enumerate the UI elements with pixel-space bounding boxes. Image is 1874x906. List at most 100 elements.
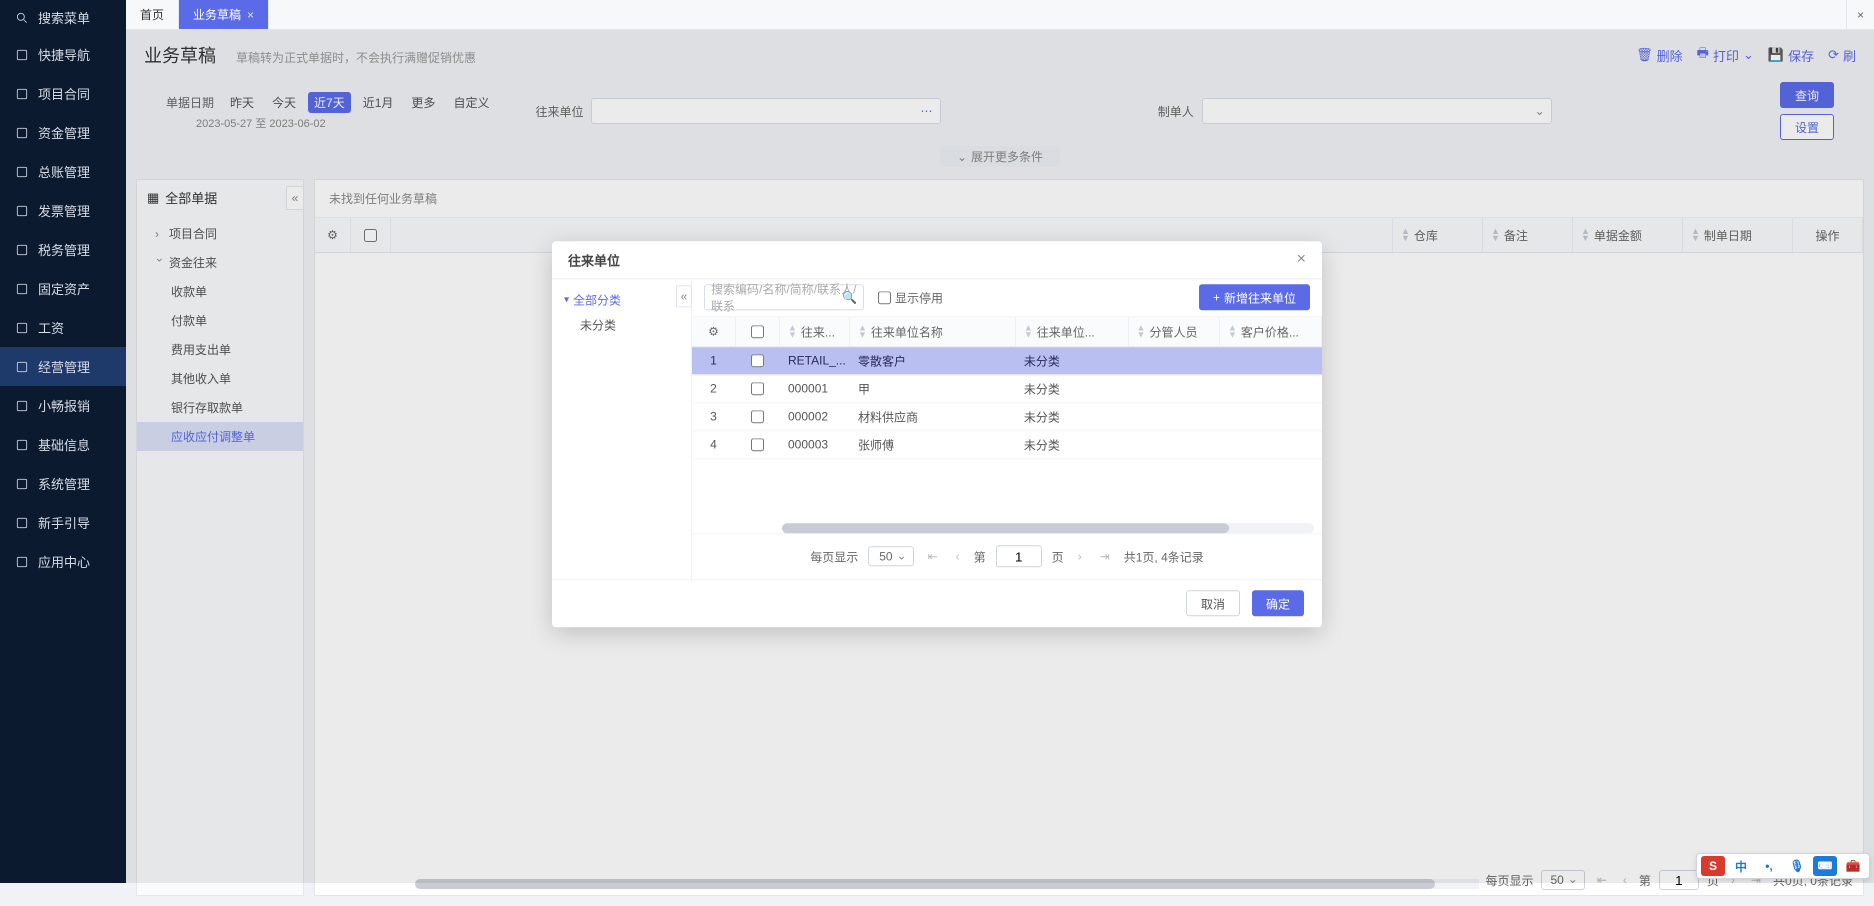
row-price xyxy=(1220,403,1322,430)
ime-punct-icon[interactable]: •, xyxy=(1757,856,1781,876)
row-no: 4 xyxy=(692,431,736,458)
tab-active-label: 业务草稿 xyxy=(193,6,241,23)
tab-active[interactable]: 业务草稿 × xyxy=(179,0,269,29)
sidebar-item-label: 固定资产 xyxy=(38,279,90,298)
modal-left-collapse[interactable]: « xyxy=(676,285,692,307)
modal-pager-prev[interactable]: ‹ xyxy=(952,549,964,563)
sidebar-search[interactable]: 搜索菜单 xyxy=(0,0,126,35)
table-row[interactable]: 2000001甲未分类 xyxy=(692,375,1322,403)
row-checkbox-cell[interactable] xyxy=(736,431,780,458)
row-code: 000002 xyxy=(780,403,850,430)
row-assign xyxy=(1129,403,1220,430)
sidebar-item-label: 应用中心 xyxy=(38,552,90,571)
sidebar-item-salary[interactable]: 工资 xyxy=(0,308,126,347)
row-checkbox[interactable] xyxy=(751,438,764,451)
sidebar-item-label: 小畅报销 xyxy=(38,396,90,415)
row-checkbox-cell[interactable] xyxy=(736,403,780,430)
modal-th-assign[interactable]: ▲▼分管人员 xyxy=(1129,317,1220,346)
ime-lang-toggle[interactable]: 中 xyxy=(1729,856,1753,876)
modal-th-name[interactable]: ▲▼往来单位名称 xyxy=(850,317,1016,346)
modal-search-input[interactable]: 搜索编码/名称/简称/联系人/联系 🔍 xyxy=(704,284,864,310)
ime-mic-icon[interactable]: 🎙 xyxy=(1785,856,1809,876)
ime-bar[interactable]: S 中 •, 🎙 ⌨ 🧰 xyxy=(1696,853,1870,879)
modal-th-gear[interactable]: ⚙ xyxy=(692,317,736,346)
modal-pager-page-input[interactable] xyxy=(996,545,1042,567)
sidebar-item-label: 项目合同 xyxy=(38,84,90,103)
table-row[interactable]: 4000003张师傅未分类 xyxy=(692,431,1322,459)
row-name: 零散客户 xyxy=(850,347,1016,374)
modal-pager-next[interactable]: › xyxy=(1074,549,1086,563)
sidebar-item-assets[interactable]: 固定资产 xyxy=(0,269,126,308)
row-checkbox-cell[interactable] xyxy=(736,347,780,374)
modal-per-page-select[interactable]: 50 xyxy=(868,546,913,566)
sidebar-item-label: 新手引导 xyxy=(38,513,90,532)
sidebar-item-label: 税务管理 xyxy=(38,240,90,259)
operation-icon xyxy=(14,359,30,375)
modal-table: ⚙ ▲▼往来... ▲▼往来单位名称 ▲▼往来单位... ▲▼分管人员 ▲▼客户… xyxy=(692,317,1322,533)
sidebar-item-xiaochang[interactable]: 小畅报销 xyxy=(0,386,126,425)
tab-home[interactable]: 首页 xyxy=(126,0,179,29)
sidebar-item-appcenter[interactable]: 应用中心 xyxy=(0,542,126,581)
sidebar-item-guide[interactable]: 新手引导 xyxy=(0,503,126,542)
modal-th-check[interactable] xyxy=(736,317,780,346)
row-cat: 未分类 xyxy=(1016,431,1129,458)
tabs-close-all[interactable]: × xyxy=(1846,0,1874,29)
modal-title: 往来单位 xyxy=(568,250,620,269)
sidebar-item-ledger[interactable]: 总账管理 xyxy=(0,152,126,191)
sidebar-item-system[interactable]: 系统管理 xyxy=(0,464,126,503)
system-icon xyxy=(14,476,30,492)
quicknav-icon xyxy=(14,47,30,63)
modal-pager-page-before: 第 xyxy=(974,548,986,565)
search-icon[interactable]: 🔍 xyxy=(842,290,857,304)
row-checkbox[interactable] xyxy=(751,354,764,367)
sidebar-item-quicknav[interactable]: 快捷导航 xyxy=(0,35,126,74)
modal-close[interactable]: × xyxy=(1297,250,1306,268)
modal-select-all[interactable] xyxy=(751,325,764,338)
modal-tools: 搜索编码/名称/简称/联系人/联系 🔍 显示停用 + 新增往来单位 xyxy=(692,279,1322,317)
ime-keyboard-icon[interactable]: ⌨ xyxy=(1813,856,1837,876)
row-checkbox[interactable] xyxy=(751,382,764,395)
row-no: 3 xyxy=(692,403,736,430)
row-checkbox-cell[interactable] xyxy=(736,375,780,402)
row-no: 1 xyxy=(692,347,736,374)
appcenter-icon xyxy=(14,554,30,570)
modal-pager-first[interactable]: ⇤ xyxy=(924,549,942,563)
modal-pager-page-after: 页 xyxy=(1052,548,1064,565)
xiaochang-icon xyxy=(14,398,30,414)
row-name: 材料供应商 xyxy=(850,403,1016,430)
assets-icon xyxy=(14,281,30,297)
sidebar-item-projcontract[interactable]: 项目合同 xyxy=(0,74,126,113)
close-icon[interactable]: × xyxy=(247,8,254,22)
modal-th-cat[interactable]: ▲▼往来单位... xyxy=(1016,317,1129,346)
modal-pager-summary: 共1页, 4条记录 xyxy=(1124,548,1204,565)
modal-search-placeholder: 搜索编码/名称/简称/联系人/联系 xyxy=(711,280,857,314)
modal-per-page-label: 每页显示 xyxy=(810,548,858,565)
row-checkbox[interactable] xyxy=(751,410,764,423)
add-partner-button[interactable]: + 新增往来单位 xyxy=(1199,284,1310,310)
sidebar-item-tax[interactable]: 税务管理 xyxy=(0,230,126,269)
modal-thead: ⚙ ▲▼往来... ▲▼往来单位名称 ▲▼往来单位... ▲▼分管人员 ▲▼客户… xyxy=(692,317,1322,347)
salary-icon xyxy=(14,320,30,336)
table-row[interactable]: 3000002材料供应商未分类 xyxy=(692,403,1322,431)
modal-pager-last[interactable]: ⇥ xyxy=(1096,549,1114,563)
table-row[interactable]: 1RETAIL_...零散客户未分类 xyxy=(692,347,1322,375)
sidebar-item-label: 基础信息 xyxy=(38,435,90,454)
modal-category-uncat[interactable]: 未分类 xyxy=(562,312,681,337)
modal-th-price[interactable]: ▲▼客户价格... xyxy=(1220,317,1322,346)
guide-icon xyxy=(14,515,30,531)
funds-icon xyxy=(14,125,30,141)
ime-tools-icon[interactable]: 🧰 xyxy=(1841,856,1865,876)
show-disabled-checkbox[interactable]: 显示停用 xyxy=(878,289,943,306)
modal-th-code[interactable]: ▲▼往来... xyxy=(780,317,850,346)
sidebar-item-base[interactable]: 基础信息 xyxy=(0,425,126,464)
sidebar-item-invoice[interactable]: 发票管理 xyxy=(0,191,126,230)
modal-category-root[interactable]: 全部分类 xyxy=(562,287,681,312)
sidebar-item-label: 总账管理 xyxy=(38,162,90,181)
modal-hscroll-thumb[interactable] xyxy=(782,523,1229,533)
ime-logo-icon[interactable]: S xyxy=(1701,856,1725,876)
modal-hscrollbar[interactable] xyxy=(782,523,1314,533)
sidebar-item-operation[interactable]: 经营管理 xyxy=(0,347,126,386)
cancel-button[interactable]: 取消 xyxy=(1186,590,1240,616)
sidebar-item-funds[interactable]: 资金管理 xyxy=(0,113,126,152)
ok-button[interactable]: 确定 xyxy=(1252,590,1304,616)
